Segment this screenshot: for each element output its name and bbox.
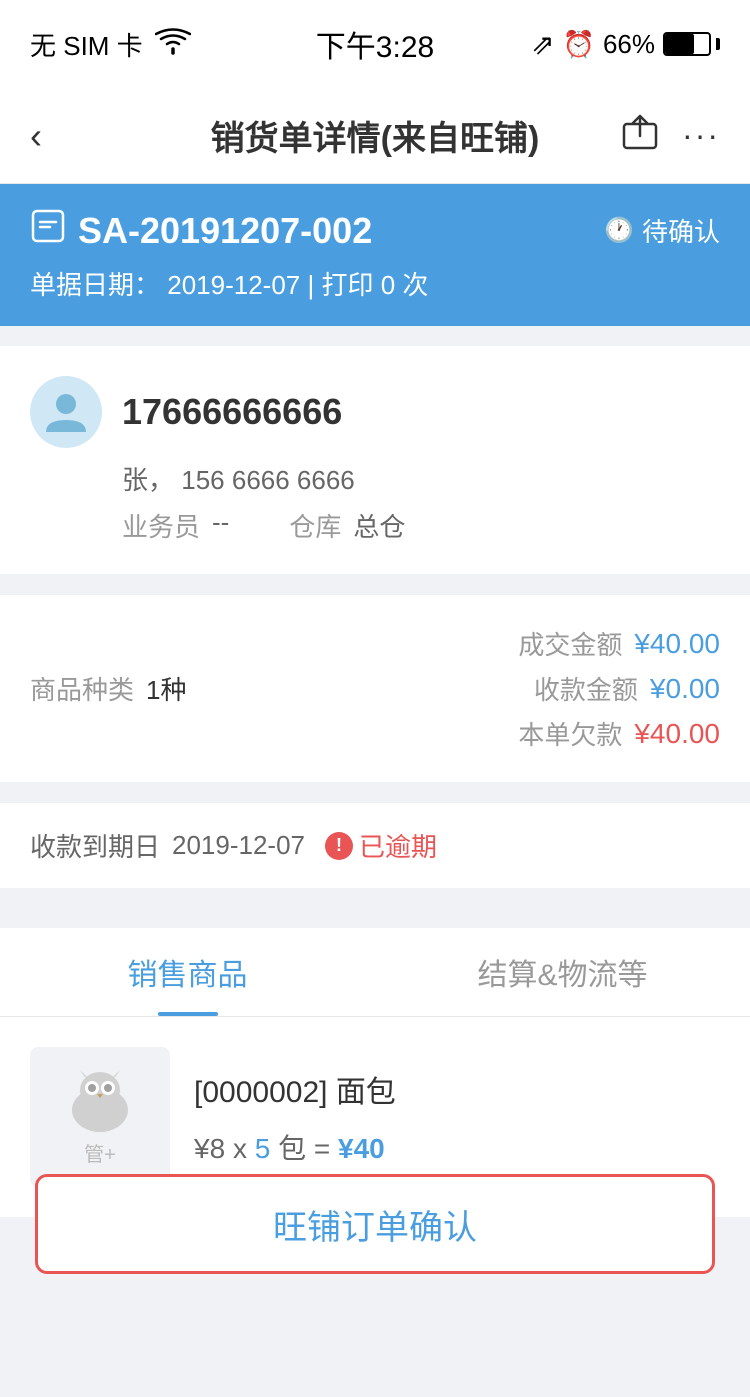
- order-status: 🕐 待确认: [604, 212, 720, 249]
- tabs-header: 销售商品 结算&物流等: [0, 928, 750, 1017]
- tab-settlement[interactable]: 结算&物流等: [375, 928, 750, 1016]
- more-button[interactable]: ···: [682, 117, 720, 154]
- status-bar: 无 SIM 卡 下午3:28 ⇗ ⏰ 66%: [0, 0, 750, 88]
- owed-amount-row: 本单欠款 ¥40.00: [518, 715, 720, 752]
- payment-amount-row: 收款金额 ¥0.00: [534, 670, 720, 707]
- product-price-row: ¥8 x 5 包 = ¥40: [194, 1127, 720, 1167]
- status-right: ⇗ ⏰ 66%: [531, 28, 720, 61]
- order-status-text: 待确认: [642, 212, 720, 249]
- due-date-section: 收款到期日 2019-12-07 ! 已逾期: [0, 803, 750, 888]
- price-x: x: [233, 1133, 255, 1164]
- summary-section: 商品种类 1种 成交金额 ¥40.00 收款金额 ¥0.00 本单欠款 ¥40.…: [0, 595, 750, 782]
- product-qty: 5: [255, 1133, 271, 1164]
- deal-amount-row: 成交金额 ¥40.00: [518, 625, 720, 662]
- status-time: 下午3:28: [316, 22, 434, 66]
- owed-amount-label: 本单欠款: [518, 715, 622, 752]
- tab-sales-products[interactable]: 销售商品: [0, 928, 375, 1016]
- battery-percent: 66%: [603, 29, 655, 60]
- customer-name-phone: 张， 156 6666 6666: [122, 460, 720, 497]
- tab-sales-label: 销售商品: [128, 950, 248, 994]
- page-title: 销货单详情(来自旺铺): [211, 111, 540, 160]
- thumb-logo-text: 管+: [84, 1138, 116, 1167]
- product-thumbnail: 管+: [30, 1047, 170, 1187]
- product-type-group: 商品种类 1种: [30, 670, 186, 707]
- payment-amount-value: ¥0.00: [650, 673, 720, 705]
- product-info: [0000002] 面包 ¥8 x 5 包 = ¥40: [194, 1047, 720, 1187]
- due-date-label: 收款到期日: [30, 827, 160, 864]
- warehouse-value: 总仓: [353, 507, 405, 544]
- divider-2: [0, 782, 750, 783]
- order-header: SA-20191207-002 🕐 待确认 单据日期： 2019-12-07 |…: [0, 184, 750, 326]
- back-button[interactable]: ‹: [30, 115, 90, 157]
- sales-value: --: [212, 507, 229, 544]
- warehouse-meta: 仓库 总仓: [289, 507, 405, 544]
- tab-settlement-label: 结算&物流等: [477, 950, 647, 994]
- thumb-inner: 管+: [60, 1068, 140, 1167]
- due-date-value: 2019-12-07: [172, 830, 305, 861]
- overdue-warning-icon: !: [325, 832, 353, 860]
- overdue-badge: ! 已逾期: [325, 827, 437, 864]
- carrier-text: 无 SIM 卡: [30, 26, 143, 63]
- customer-main-row: 17666666666: [30, 376, 720, 448]
- confirm-order-label: 旺铺订单确认: [273, 1200, 477, 1249]
- order-date-row: 单据日期： 2019-12-07 | 打印 0 次: [30, 265, 720, 302]
- status-clock-icon: 🕐: [604, 216, 634, 245]
- product-price: ¥8: [194, 1133, 225, 1164]
- owed-amount-value: ¥40.00: [634, 718, 720, 750]
- amounts-group: 成交金额 ¥40.00 收款金额 ¥0.00 本单欠款 ¥40.00: [518, 625, 720, 752]
- product-type-value: 1种: [146, 670, 186, 707]
- product-total: ¥40: [338, 1133, 385, 1164]
- product-name: [0000002] 面包: [194, 1067, 720, 1111]
- sales-label: 业务员: [122, 507, 200, 544]
- share-button[interactable]: [622, 114, 658, 158]
- payment-amount-label: 收款金额: [534, 670, 638, 707]
- product-type-label: 商品种类: [30, 670, 134, 707]
- deal-amount-value: ¥40.00: [634, 628, 720, 660]
- warehouse-label: 仓库: [289, 507, 341, 544]
- overdue-text: 已逾期: [359, 827, 437, 864]
- summary-row: 商品种类 1种 成交金额 ¥40.00 收款金额 ¥0.00 本单欠款 ¥40.…: [30, 625, 720, 752]
- avatar: [30, 376, 102, 448]
- divider-1: [0, 574, 750, 575]
- section-spacer: [0, 888, 750, 908]
- battery-icon: [663, 32, 720, 56]
- product-item: 管+ [0000002] 面包 ¥8 x 5 包 = ¥40: [30, 1047, 720, 1187]
- location-icon: ⇗: [531, 28, 554, 61]
- price-eq: =: [314, 1133, 338, 1164]
- alarm-icon: ⏰: [563, 29, 595, 60]
- sales-meta: 业务员 --: [122, 507, 229, 544]
- customer-meta: 业务员 -- 仓库 总仓: [122, 507, 720, 544]
- product-unit: 包: [278, 1133, 306, 1164]
- deal-amount-label: 成交金额: [518, 625, 622, 662]
- confirm-order-button[interactable]: 旺铺订单确认: [35, 1174, 715, 1274]
- status-left: 无 SIM 卡: [30, 26, 191, 63]
- order-id-icon: [30, 208, 66, 253]
- customer-phone: 17666666666: [122, 391, 342, 433]
- nav-bar: ‹ 销货单详情(来自旺铺) ···: [0, 88, 750, 184]
- nav-actions: ···: [622, 114, 720, 158]
- order-id-text: SA-20191207-002: [78, 210, 372, 252]
- order-id: SA-20191207-002: [30, 208, 372, 253]
- confirm-button-wrap: 旺铺订单确认: [35, 1174, 715, 1274]
- customer-section: 17666666666 张， 156 6666 6666 业务员 -- 仓库 总…: [0, 346, 750, 574]
- wifi-icon: [155, 27, 191, 62]
